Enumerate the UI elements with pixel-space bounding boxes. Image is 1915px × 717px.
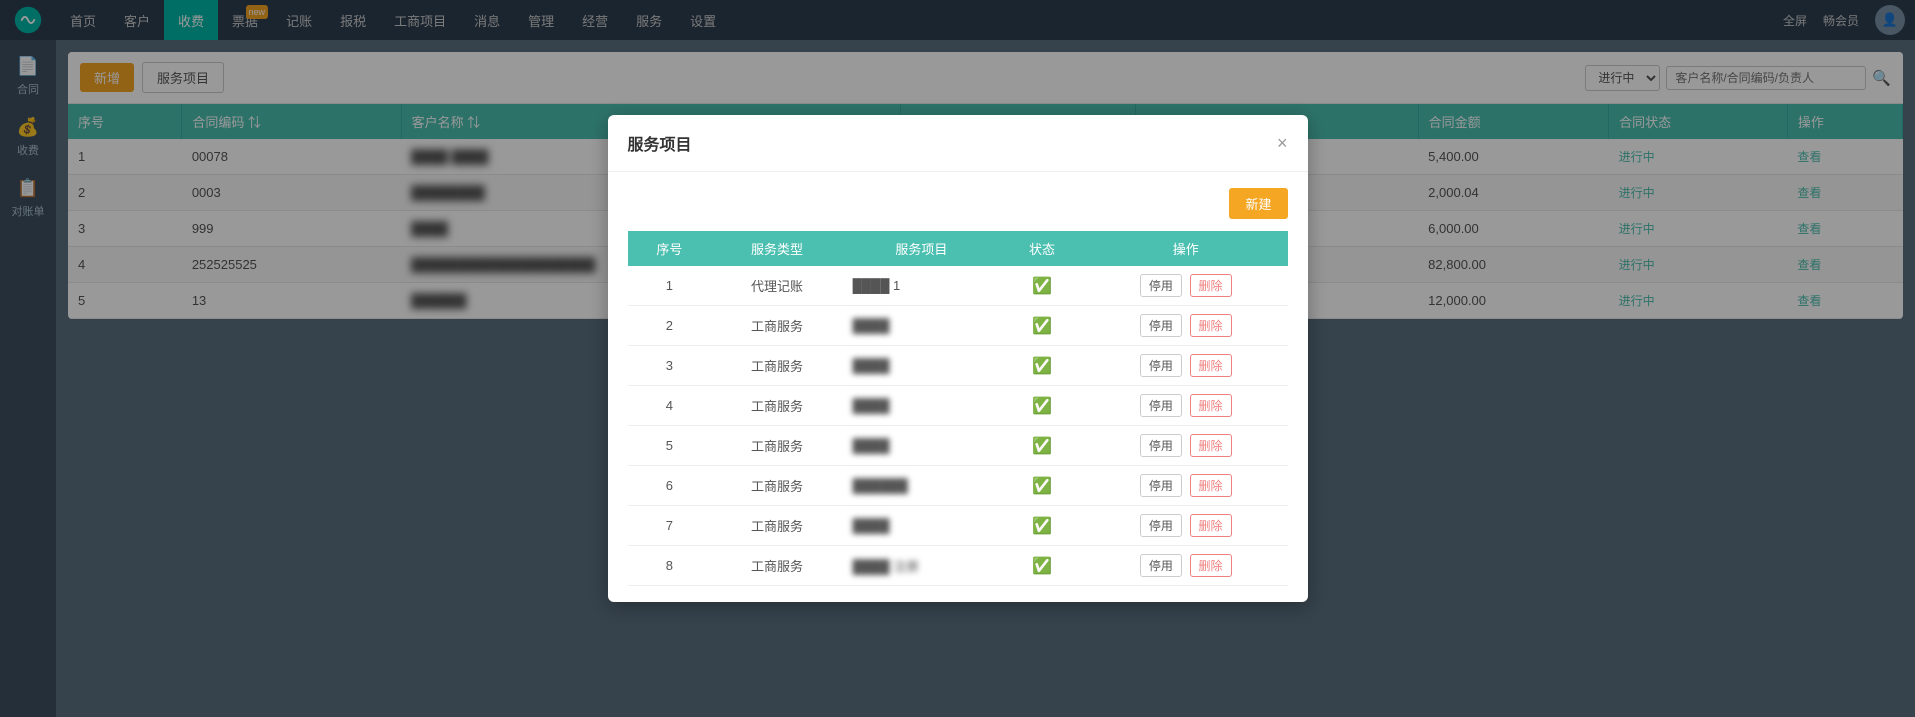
delete-button[interactable]: 删除 <box>1190 274 1232 297</box>
list-item: 6 工商服务 ██████ ✅ 停用 删除 <box>628 466 1288 506</box>
delete-button[interactable]: 删除 <box>1190 314 1232 337</box>
list-item: 1 代理记账 ████ 1 ✅ 停用 删除 <box>628 266 1288 306</box>
mcell-type: 工商服务 <box>711 306 842 346</box>
mcell-action[interactable]: 停用 删除 <box>1084 306 1288 346</box>
modal-overlay: 服务项目 × 新建 序号 服务类型 服务项目 状态 操作 <box>0 0 1915 717</box>
mcell-seq: 2 <box>628 306 712 346</box>
mth-status: 状态 <box>1000 231 1084 266</box>
mcell-status: ✅ <box>1000 426 1084 466</box>
mcell-type: 工商服务 <box>711 386 842 426</box>
modal-close-button[interactable]: × <box>1277 134 1288 152</box>
mcell-seq: 3 <box>628 346 712 386</box>
mcell-item: ████ <box>843 386 1001 426</box>
modal-header: 服务项目 × <box>608 115 1308 172</box>
mcell-action[interactable]: 停用 删除 <box>1084 426 1288 466</box>
mcell-action[interactable]: 停用 删除 <box>1084 346 1288 386</box>
list-item: 7 工商服务 ████ ✅ 停用 删除 <box>628 506 1288 546</box>
list-item: 2 工商服务 ████ ✅ 停用 删除 <box>628 306 1288 346</box>
mcell-status: ✅ <box>1000 306 1084 346</box>
mcell-seq: 7 <box>628 506 712 546</box>
mcell-action[interactable]: 停用 删除 <box>1084 266 1288 306</box>
list-item: 3 工商服务 ████ ✅ 停用 删除 <box>628 346 1288 386</box>
mcell-item: ████ 1 <box>843 266 1001 306</box>
modal-table: 序号 服务类型 服务项目 状态 操作 1 代理记账 ████ 1 ✅ 停用 删除… <box>628 231 1288 586</box>
stop-button[interactable]: 停用 <box>1140 474 1182 497</box>
stop-button[interactable]: 停用 <box>1140 514 1182 537</box>
mth-seq: 序号 <box>628 231 712 266</box>
mcell-status: ✅ <box>1000 506 1084 546</box>
delete-button[interactable]: 删除 <box>1190 474 1232 497</box>
modal-header-row: 序号 服务类型 服务项目 状态 操作 <box>628 231 1288 266</box>
mcell-item: ██████ <box>843 466 1001 506</box>
mcell-status: ✅ <box>1000 386 1084 426</box>
mcell-item: ████ 注册 <box>843 546 1001 586</box>
list-item: 4 工商服务 ████ ✅ 停用 删除 <box>628 386 1288 426</box>
mth-action: 操作 <box>1084 231 1288 266</box>
list-item: 5 工商服务 ████ ✅ 停用 删除 <box>628 426 1288 466</box>
mcell-item: ████ <box>843 426 1001 466</box>
modal-body: 新建 序号 服务类型 服务项目 状态 操作 1 代理记账 <box>608 172 1308 602</box>
stop-button[interactable]: 停用 <box>1140 394 1182 417</box>
mcell-action[interactable]: 停用 删除 <box>1084 546 1288 586</box>
mcell-action[interactable]: 停用 删除 <box>1084 386 1288 426</box>
delete-button[interactable]: 删除 <box>1190 434 1232 457</box>
mcell-seq: 4 <box>628 386 712 426</box>
modal-table-wrap[interactable]: 序号 服务类型 服务项目 状态 操作 1 代理记账 ████ 1 ✅ 停用 删除… <box>628 231 1288 586</box>
modal-title: 服务项目 <box>628 131 1277 155</box>
mcell-type: 代理记账 <box>711 266 842 306</box>
service-modal: 服务项目 × 新建 序号 服务类型 服务项目 状态 操作 <box>608 115 1308 602</box>
mcell-seq: 1 <box>628 266 712 306</box>
mcell-status: ✅ <box>1000 346 1084 386</box>
mcell-status: ✅ <box>1000 546 1084 586</box>
stop-button[interactable]: 停用 <box>1140 554 1182 577</box>
mth-type: 服务类型 <box>711 231 842 266</box>
stop-button[interactable]: 停用 <box>1140 354 1182 377</box>
mcell-type: 工商服务 <box>711 546 842 586</box>
mcell-status: ✅ <box>1000 266 1084 306</box>
mcell-type: 工商服务 <box>711 346 842 386</box>
mcell-type: 工商服务 <box>711 426 842 466</box>
modal-tbody: 1 代理记账 ████ 1 ✅ 停用 删除 2 工商服务 ████ ✅ 停用 删… <box>628 266 1288 586</box>
modal-toolbar: 新建 <box>628 188 1288 219</box>
mcell-item: ████ <box>843 506 1001 546</box>
delete-button[interactable]: 删除 <box>1190 514 1232 537</box>
list-item: 8 工商服务 ████ 注册 ✅ 停用 删除 <box>628 546 1288 586</box>
mcell-seq: 8 <box>628 546 712 586</box>
delete-button[interactable]: 删除 <box>1190 394 1232 417</box>
stop-button[interactable]: 停用 <box>1140 314 1182 337</box>
mcell-action[interactable]: 停用 删除 <box>1084 506 1288 546</box>
new-service-button[interactable]: 新建 <box>1229 188 1287 219</box>
mcell-item: ████ <box>843 306 1001 346</box>
mcell-type: 工商服务 <box>711 466 842 506</box>
mcell-status: ✅ <box>1000 466 1084 506</box>
stop-button[interactable]: 停用 <box>1140 434 1182 457</box>
mcell-seq: 5 <box>628 426 712 466</box>
mth-item: 服务项目 <box>843 231 1001 266</box>
mcell-item: ████ <box>843 346 1001 386</box>
delete-button[interactable]: 删除 <box>1190 354 1232 377</box>
mcell-seq: 6 <box>628 466 712 506</box>
mcell-type: 工商服务 <box>711 506 842 546</box>
delete-button[interactable]: 删除 <box>1190 554 1232 577</box>
stop-button[interactable]: 停用 <box>1140 274 1182 297</box>
mcell-action[interactable]: 停用 删除 <box>1084 466 1288 506</box>
